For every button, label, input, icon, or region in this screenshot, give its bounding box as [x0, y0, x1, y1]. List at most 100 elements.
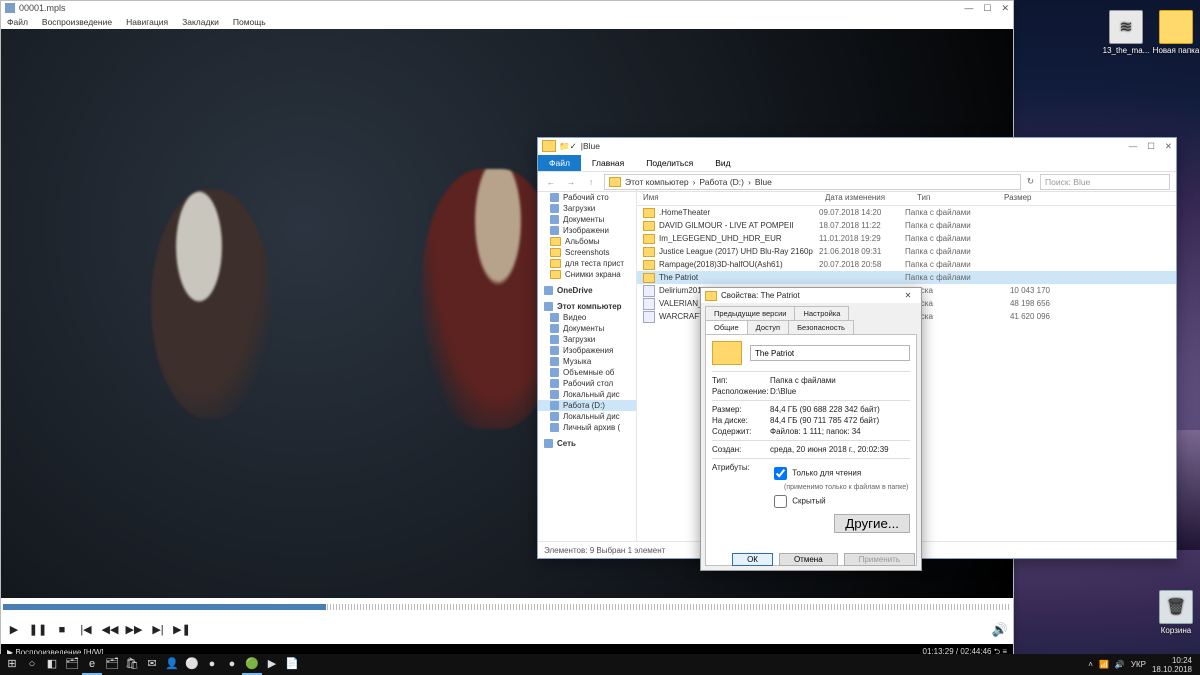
- qat-item[interactable]: 📁: [559, 141, 570, 152]
- tab-prev-versions[interactable]: Предыдущие версии: [705, 306, 795, 320]
- table-row[interactable]: Im_LEGEGEND_UHD_HDR_EUR11.01.2018 19:29П…: [637, 232, 1176, 245]
- cancel-button[interactable]: Отмена: [779, 553, 838, 566]
- table-row[interactable]: The PatriotПапка с файлами: [637, 271, 1176, 284]
- taskbar-item[interactable]: ✉: [142, 655, 162, 673]
- taskbar-item[interactable]: 🗂: [102, 655, 122, 673]
- taskbar-item[interactable]: 👤: [162, 655, 182, 673]
- tab-customize[interactable]: Настройка: [794, 306, 849, 320]
- taskbar-item[interactable]: ⚪: [182, 655, 202, 673]
- network-icon[interactable]: 📶: [1099, 660, 1109, 669]
- tab-sharing[interactable]: Доступ: [747, 320, 789, 334]
- taskbar-item[interactable]: 🗂: [62, 655, 82, 673]
- taskbar-item[interactable]: ◧: [42, 655, 62, 673]
- maximize-button[interactable]: ☐: [1147, 141, 1155, 152]
- breadcrumb[interactable]: Этот компьютер› Работа (D:)› Blue: [604, 174, 1021, 190]
- tray-expand-icon[interactable]: ˄: [1088, 660, 1093, 669]
- breadcrumb-item[interactable]: Blue: [755, 177, 772, 187]
- nav-item[interactable]: Рабочий сто: [538, 192, 636, 203]
- tab-general[interactable]: Общие: [705, 320, 748, 334]
- forward-button[interactable]: ▶▶: [127, 623, 141, 637]
- search-input[interactable]: Поиск: Blue: [1040, 174, 1170, 190]
- play-button[interactable]: ▶: [7, 623, 21, 637]
- nav-item[interactable]: Сеть: [538, 438, 636, 449]
- taskbar[interactable]: ⊞○◧🗂e🗂🛍✉👤⚪●●🟢▶📄 ˄ 📶 🔊 УКР 10:24 18.10.20…: [0, 654, 1200, 675]
- nav-item[interactable]: Документы: [538, 214, 636, 225]
- nav-item[interactable]: Музыка: [538, 356, 636, 367]
- system-tray[interactable]: ˄ 📶 🔊 УКР 10:24 18.10.2018: [1088, 656, 1198, 674]
- nav-item[interactable]: Видео: [538, 312, 636, 323]
- menu-navigation[interactable]: Навигация: [126, 17, 168, 27]
- taskbar-item[interactable]: 🟢: [242, 655, 262, 675]
- ribbon-tab-file[interactable]: Файл: [538, 155, 581, 171]
- pause-button[interactable]: ❚❚: [31, 623, 45, 637]
- nav-item[interactable]: Альбомы: [538, 236, 636, 247]
- menu-help[interactable]: Помощь: [233, 17, 266, 27]
- input-lang[interactable]: УКР: [1131, 660, 1146, 669]
- close-button[interactable]: ✕: [1001, 3, 1009, 14]
- ribbon-tab-view[interactable]: Вид: [704, 155, 741, 171]
- taskbar-item[interactable]: ○: [22, 655, 42, 673]
- nav-item[interactable]: Загрузки: [538, 203, 636, 214]
- clock[interactable]: 10:24 18.10.2018: [1152, 656, 1192, 674]
- nav-item[interactable]: Этот компьютер: [538, 301, 636, 312]
- column-headers[interactable]: Имя Дата изменения Тип Размер: [637, 190, 1176, 206]
- taskbar-item[interactable]: ●: [202, 655, 222, 673]
- desktop-icon-file[interactable]: ≋ 13_the_ma...: [1102, 10, 1150, 55]
- seek-bar[interactable]: [1, 598, 1013, 615]
- nav-item[interactable]: Изображения: [538, 345, 636, 356]
- nav-item[interactable]: Локальный дис: [538, 411, 636, 422]
- taskbar-item[interactable]: 📄: [282, 655, 302, 673]
- desktop-icon-recycle-bin[interactable]: 🗑 Корзина: [1152, 590, 1200, 635]
- nav-item[interactable]: Личный архив (: [538, 422, 636, 433]
- dialog-titlebar[interactable]: Свойства: The Patriot ✕: [701, 288, 921, 303]
- nav-item[interactable]: Снимки экрана: [538, 269, 636, 280]
- explorer-titlebar[interactable]: 📁 ✓ | Blue — ☐ ✕: [538, 138, 1176, 154]
- nav-item[interactable]: Локальный дис: [538, 389, 636, 400]
- nav-up-button[interactable]: ↑: [584, 177, 598, 187]
- step-button[interactable]: ▶❚: [175, 623, 189, 637]
- breadcrumb-item[interactable]: Работа (D:): [699, 177, 744, 187]
- other-attributes-button[interactable]: Другие...: [834, 514, 910, 533]
- breadcrumb-item[interactable]: Этот компьютер: [625, 177, 689, 187]
- taskbar-item[interactable]: ●: [222, 655, 242, 673]
- maximize-button[interactable]: ☐: [983, 3, 991, 14]
- hidden-checkbox[interactable]: Скрытый: [770, 492, 910, 511]
- ribbon-tab-share[interactable]: Поделиться: [635, 155, 704, 171]
- col-type[interactable]: Тип: [911, 193, 998, 202]
- nav-pane[interactable]: Рабочий стоЗагрузкиДокументыИзображениАл…: [538, 190, 637, 542]
- nav-item[interactable]: Рабочий стол: [538, 378, 636, 389]
- nav-item[interactable]: Screenshots: [538, 247, 636, 258]
- menu-bookmarks[interactable]: Закладки: [182, 17, 219, 27]
- menu-file[interactable]: Файл: [7, 17, 28, 27]
- tab-security[interactable]: Безопасность: [788, 320, 854, 334]
- nav-item[interactable]: для теста прист: [538, 258, 636, 269]
- volume-icon[interactable]: 🔊: [993, 623, 1007, 637]
- nav-item[interactable]: Объемные об: [538, 367, 636, 378]
- stop-button[interactable]: ■: [55, 623, 69, 637]
- folder-name-input[interactable]: [750, 345, 910, 361]
- ribbon-tab-home[interactable]: Главная: [581, 155, 635, 171]
- next-button[interactable]: ▶|: [151, 623, 165, 637]
- taskbar-item[interactable]: ⊞: [2, 655, 22, 673]
- nav-item[interactable]: Загрузки: [538, 334, 636, 345]
- nav-item[interactable]: Документы: [538, 323, 636, 334]
- minimize-button[interactable]: —: [964, 3, 973, 14]
- ok-button[interactable]: ОК: [732, 553, 773, 566]
- close-button[interactable]: ✕: [899, 291, 917, 300]
- taskbar-item[interactable]: ▶: [262, 655, 282, 673]
- volume-icon[interactable]: 🔊: [1115, 660, 1125, 669]
- desktop-icon-folder[interactable]: Новая папка: [1152, 10, 1200, 55]
- prev-button[interactable]: |◀: [79, 623, 93, 637]
- nav-item[interactable]: Изображени: [538, 225, 636, 236]
- col-name[interactable]: Имя: [637, 193, 819, 202]
- menu-playback[interactable]: Воспроизведение: [42, 17, 112, 27]
- taskbar-item[interactable]: e: [82, 655, 102, 675]
- table-row[interactable]: DAVID GILMOUR - LIVE AT POMPEII18.07.201…: [637, 219, 1176, 232]
- nav-item[interactable]: Работа (D:): [538, 400, 636, 411]
- nav-forward-button[interactable]: →: [564, 177, 578, 187]
- refresh-icon[interactable]: ↻: [1027, 176, 1034, 187]
- table-row[interactable]: Justice League (2017) UHD Blu-Ray 2160p2…: [637, 245, 1176, 258]
- nav-item[interactable]: OneDrive: [538, 285, 636, 296]
- close-button[interactable]: ✕: [1165, 141, 1172, 152]
- col-date[interactable]: Дата изменения: [819, 193, 911, 202]
